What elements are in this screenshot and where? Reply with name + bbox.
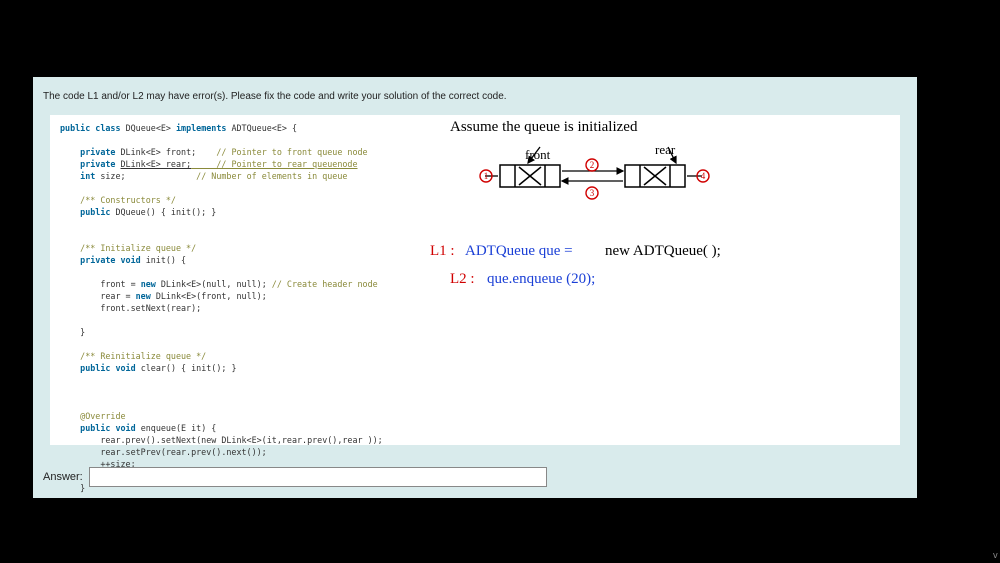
comment: // Create header node (267, 279, 378, 289)
queue-diagram: 1 2 3 4 (470, 143, 730, 213)
corner-glyph: v (993, 551, 998, 561)
code-txt: DLink<E> front; (121, 147, 197, 157)
handwritten-L1-a: ADTQueue que = (465, 243, 573, 260)
handwritten-L1-b: new ADTQueue( ); (605, 243, 721, 260)
kw: public void (60, 423, 141, 433)
kw: private void (60, 255, 146, 265)
comment: /** Constructors */ (60, 195, 176, 205)
code-txt: DLink<E>(null, null); (161, 279, 267, 289)
kw: private (60, 147, 121, 157)
handwritten-L2-a: que.enqueue (20); (487, 271, 595, 288)
kw: private (60, 159, 121, 169)
answer-label: Answer: (43, 471, 83, 483)
code-txt: DLink<E>(front, null); (156, 291, 267, 301)
comment: // Pointer to front queue node (196, 147, 367, 157)
kw: public void (60, 363, 141, 373)
code-txt: DLink<E> rear; (121, 159, 192, 169)
node-num-1: 1 (484, 171, 489, 181)
node-num-2: 2 (590, 160, 595, 170)
code-panel: public class DQueue<E> implements ADTQue… (50, 115, 900, 445)
code-txt: init() { (146, 255, 186, 265)
answer-row: Answer: (43, 467, 547, 487)
code-txt: front.setNext(rear); (60, 303, 201, 313)
question-panel: The code L1 and/or L2 may have error(s).… (33, 77, 917, 498)
code-txt: enqueue(E it) { (141, 423, 217, 433)
code-txt: ADTQueue<E> { (231, 123, 297, 133)
handwritten-assume: Assume the queue is initialized (450, 119, 637, 136)
code-txt: } (60, 327, 85, 337)
code-txt: DQueue<E> (126, 123, 176, 133)
annotation: @Override (60, 411, 126, 421)
code-txt: clear() { init(); } (141, 363, 237, 373)
comment: /** Initialize queue */ (60, 243, 196, 253)
code-txt: size; (100, 171, 125, 181)
answer-input[interactable] (89, 467, 547, 487)
comment: // Number of elements in queue (126, 171, 348, 181)
code-txt: DQueue() { init(); } (115, 207, 216, 217)
code-txt: rear = (60, 291, 136, 301)
code-txt: rear.setPrev(rear.prev().next()); (60, 447, 267, 457)
kw: new (141, 279, 161, 289)
node-num-4: 4 (701, 171, 706, 181)
node-num-3: 3 (590, 188, 595, 198)
code-txt: rear.prev().setNext(new DLink<E>(it,rear… (60, 435, 383, 445)
comment: // Pointer to rear queuenode (191, 159, 357, 169)
prompt-text: The code L1 and/or L2 may have error(s).… (43, 91, 507, 102)
code-txt: front = (60, 279, 141, 289)
handwritten-L2-label: L2 : (450, 271, 475, 288)
handwritten-L1-label: L1 : (430, 243, 455, 260)
kw: int (60, 171, 100, 181)
comment: /** Reinitialize queue */ (60, 351, 206, 361)
kw: new (136, 291, 156, 301)
kw: public class (60, 123, 126, 133)
kw: implements (176, 123, 231, 133)
kw: public (60, 207, 115, 217)
